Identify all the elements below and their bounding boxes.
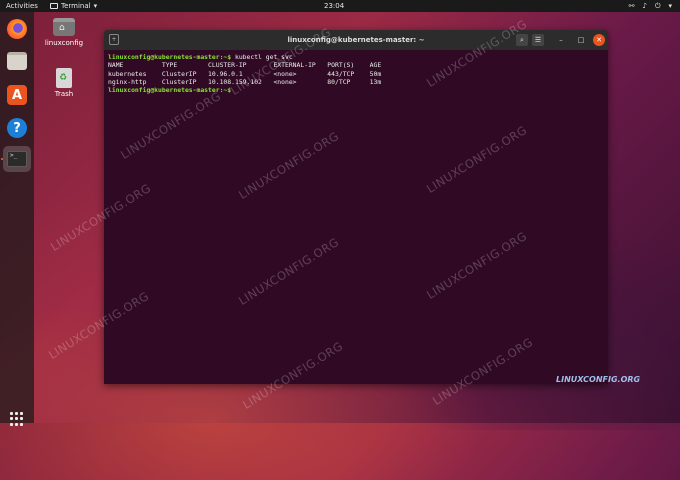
shell-prompt: linuxconfig@kubernetes-master:~$ <box>108 53 232 61</box>
network-icon: ⚯ <box>628 2 635 10</box>
home-folder-icon <box>53 18 75 36</box>
system-menu[interactable]: ⚯ ♪ ⏻ ▾ <box>629 0 672 12</box>
show-applications-button[interactable] <box>10 412 24 426</box>
chevron-down-icon: ▾ <box>668 2 672 10</box>
dock-software[interactable]: A <box>4 82 30 108</box>
terminal-icon: >_ <box>7 151 27 167</box>
grid-dot <box>10 422 13 426</box>
table-row: nginx-http ClusterIP 10.108.159.102 <non… <box>108 77 382 86</box>
minimize-button[interactable]: – <box>555 34 567 46</box>
grid-dot <box>15 422 18 426</box>
grid-dot <box>15 417 18 421</box>
shell-prompt: linuxconfig@kubernetes-master:~$ <box>108 86 232 95</box>
running-indicator <box>1 158 3 160</box>
firefox-icon <box>7 19 27 39</box>
dock-files[interactable] <box>4 48 30 74</box>
terminal-line: linuxconfig@kubernetes-master:~$ kubectl… <box>108 53 604 61</box>
close-button[interactable]: ✕ <box>593 34 605 46</box>
volume-icon: ♪ <box>642 2 647 10</box>
grid-dot <box>20 422 23 426</box>
terminal-output[interactable]: linuxconfig@kubernetes-master:~$ kubectl… <box>104 50 608 97</box>
maximize-button[interactable]: □ <box>575 34 587 46</box>
command-text <box>231 86 235 94</box>
software-icon: A <box>7 85 27 105</box>
linuxconfig-logo: LINUXCONFIG.ORG <box>556 375 641 384</box>
window-titlebar[interactable]: + linuxconfig@kubernetes-master: ~ ⌕ ☰ –… <box>104 30 608 50</box>
home-folder-label: linuxconfig <box>44 39 84 47</box>
grid-dot <box>20 412 23 415</box>
command-text: kubectl get svc <box>231 53 293 61</box>
desktop-trash[interactable]: Trash <box>44 68 84 98</box>
files-icon <box>7 52 27 70</box>
terminal-line: linuxconfig@kubernetes-master:~$ <box>108 86 604 94</box>
trash-label: Trash <box>54 90 74 98</box>
hamburger-menu-button[interactable]: ☰ <box>532 34 544 46</box>
dock-help[interactable]: ? <box>4 115 30 141</box>
trash-icon <box>56 68 72 88</box>
clock[interactable]: 23:04 <box>324 0 344 12</box>
dock: A ? >_ <box>0 12 34 426</box>
table-header: NAME TYPE CLUSTER-IP EXTERNAL-IP PORT(S)… <box>108 61 382 70</box>
search-button[interactable]: ⌕ <box>516 34 528 46</box>
grid-dot <box>10 417 13 421</box>
table-row: kubernetes ClusterIP 10.96.0.1 <none> 44… <box>108 69 382 78</box>
terminal-icon <box>50 3 58 9</box>
terminal-window[interactable]: + linuxconfig@kubernetes-master: ~ ⌕ ☰ –… <box>104 30 608 384</box>
top-bar: Activities Terminal ▾ 23:04 ⚯ ♪ ⏻ ▾ <box>0 0 680 12</box>
activities-button[interactable]: Activities <box>6 0 38 12</box>
app-menu-label: Terminal <box>61 2 91 10</box>
grid-dot <box>10 412 13 415</box>
chevron-down-icon: ▾ <box>93 2 98 10</box>
desktop-home-folder[interactable]: linuxconfig <box>44 18 84 47</box>
app-menu[interactable]: Terminal ▾ <box>50 0 97 12</box>
help-icon: ? <box>7 118 27 138</box>
grid-dot <box>20 417 23 421</box>
dock-terminal[interactable]: >_ <box>3 146 31 172</box>
power-icon: ⏻ <box>654 2 661 10</box>
dock-firefox[interactable] <box>4 16 30 42</box>
grid-dot <box>15 412 18 415</box>
